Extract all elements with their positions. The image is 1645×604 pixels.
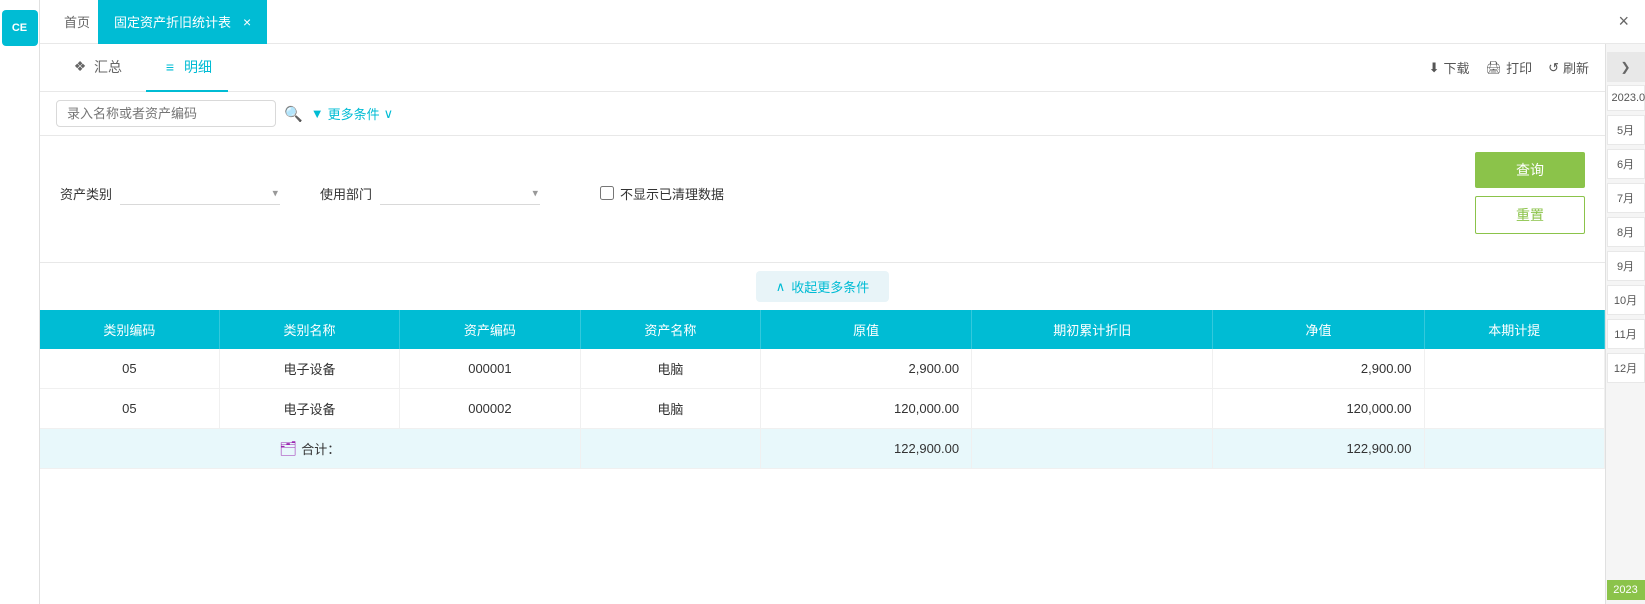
- month-7-btn[interactable]: 7月: [1607, 183, 1645, 213]
- cell-asset-name: 电脑: [580, 349, 760, 389]
- month-9-btn[interactable]: 9月: [1607, 251, 1645, 281]
- tab-detail[interactable]: ≡ 明细: [146, 44, 228, 92]
- nav-home[interactable]: 首页: [56, 12, 98, 31]
- search-icon[interactable]: 🔍: [284, 105, 303, 123]
- print-label: 打印: [1506, 58, 1532, 77]
- cell-original-value: 120,000.00: [761, 389, 972, 429]
- cell-category-name: 电子设备: [219, 389, 399, 429]
- query-button[interactable]: 查询: [1475, 152, 1585, 188]
- tab-summary[interactable]: ❖ 汇总: [56, 44, 138, 92]
- table-row: 05 电子设备 000002 电脑 120,000.00 120,000.00: [40, 389, 1605, 429]
- depreciation-table: 类别编码 类别名称 资产编码 资产名称 原值 期初累计折旧 净值 本期计提 05…: [40, 310, 1605, 469]
- cell-category-name: 电子设备: [219, 349, 399, 389]
- download-button[interactable]: ⬇ 下载: [1429, 58, 1470, 77]
- period-expand-arrow[interactable]: ❯: [1607, 52, 1645, 82]
- col-header-category-code: 类别编码: [40, 310, 219, 349]
- summary-current-dep: [1424, 429, 1604, 469]
- summary-row: 🗂 合计： 122,900.00 122,900.00: [40, 429, 1605, 469]
- summary-original-value: 122,900.00: [761, 429, 972, 469]
- tab-summary-label: 汇总: [94, 57, 122, 77]
- download-label: 下载: [1444, 58, 1470, 77]
- cell-accum-dep: [972, 389, 1213, 429]
- tab-close-icon[interactable]: ×: [243, 14, 251, 30]
- search-input[interactable]: [56, 100, 276, 127]
- summary-accum-dep: [972, 429, 1213, 469]
- refresh-label: 刷新: [1563, 58, 1589, 77]
- tab-detail-label: 明细: [184, 57, 212, 77]
- filter-icon: ▼: [311, 106, 324, 121]
- period-label: 2023.01: [1607, 85, 1645, 111]
- asset-category-label: 资产类别: [60, 184, 112, 203]
- window-close-icon[interactable]: ×: [1618, 11, 1629, 32]
- download-icon: ⬇: [1429, 60, 1440, 76]
- month-8-btn[interactable]: 8月: [1607, 217, 1645, 247]
- cell-net-value: 120,000.00: [1213, 389, 1424, 429]
- refresh-icon: ↺: [1548, 60, 1559, 76]
- collapse-filter-button[interactable]: ∧ 收起更多条件: [756, 271, 890, 302]
- summary-label-cell: 🗂 合计：: [40, 429, 580, 469]
- cell-category-code: 05: [40, 389, 219, 429]
- print-icon: 🖨: [1486, 60, 1503, 76]
- table-row: 05 电子设备 000001 电脑 2,900.00 2,900.00: [40, 349, 1605, 389]
- cell-original-value: 2,900.00: [761, 349, 972, 389]
- layers-icon: ❖: [72, 59, 88, 75]
- col-header-asset-code: 资产编码: [400, 310, 580, 349]
- col-header-accum-dep: 期初累计折旧: [972, 310, 1213, 349]
- reset-button[interactable]: 重置: [1475, 196, 1585, 234]
- cell-net-value: 2,900.00: [1213, 349, 1424, 389]
- more-filter-button[interactable]: ▼ 更多条件 ∨: [311, 104, 393, 123]
- hide-cleared-label: 不显示已清理数据: [620, 184, 724, 203]
- cell-asset-name: 电脑: [580, 389, 760, 429]
- month-12-btn[interactable]: 12月: [1607, 353, 1645, 383]
- month-5-btn[interactable]: 5月: [1607, 115, 1645, 145]
- tab-label: 固定资产折旧统计表: [114, 12, 231, 31]
- cell-current-dep: [1424, 389, 1604, 429]
- cell-asset-code: 000002: [400, 389, 580, 429]
- month-10-btn[interactable]: 10月: [1607, 285, 1645, 315]
- col-header-net-value: 净值: [1213, 310, 1424, 349]
- col-header-original-value: 原值: [761, 310, 972, 349]
- summary-icon: 🗂: [279, 440, 297, 457]
- data-table-wrapper: 类别编码 类别名称 资产编码 资产名称 原值 期初累计折旧 净值 本期计提 05…: [40, 310, 1605, 604]
- list-icon: ≡: [162, 59, 178, 75]
- print-button[interactable]: 🖨 打印: [1486, 58, 1533, 77]
- chevron-down-icon: ∨: [384, 106, 394, 122]
- summary-text: 合计：: [301, 439, 340, 458]
- nav-active-tab[interactable]: 固定资产折旧统计表 ×: [98, 0, 267, 44]
- cell-accum-dep: [972, 349, 1213, 389]
- app-logo: CE: [2, 10, 38, 46]
- cell-category-code: 05: [40, 349, 219, 389]
- cell-current-dep: [1424, 349, 1604, 389]
- refresh-button[interactable]: ↺ 刷新: [1548, 58, 1589, 77]
- month-6-btn[interactable]: 6月: [1607, 149, 1645, 179]
- hide-cleared-checkbox[interactable]: [600, 186, 614, 200]
- col-header-asset-name: 资产名称: [580, 310, 760, 349]
- summary-net-value: 122,900.00: [1213, 429, 1424, 469]
- asset-category-select[interactable]: [120, 181, 280, 205]
- use-department-select[interactable]: [380, 181, 540, 205]
- use-department-label: 使用部门: [320, 184, 372, 203]
- collapse-label: 收起更多条件: [791, 277, 869, 296]
- col-header-category-name: 类别名称: [219, 310, 399, 349]
- filter-label: 更多条件: [328, 104, 380, 123]
- chevron-up-icon: ∧: [776, 279, 786, 295]
- right-period-panel: ❯ 2023.01 5月 6月 7月 8月 9月 10月 11月 12月 202…: [1605, 44, 1645, 604]
- col-header-current-dep: 本期计提: [1424, 310, 1604, 349]
- summary-empty: [580, 429, 760, 469]
- cell-asset-code: 000001: [400, 349, 580, 389]
- year-badge[interactable]: 2023: [1607, 580, 1645, 600]
- month-11-btn[interactable]: 11月: [1607, 319, 1645, 349]
